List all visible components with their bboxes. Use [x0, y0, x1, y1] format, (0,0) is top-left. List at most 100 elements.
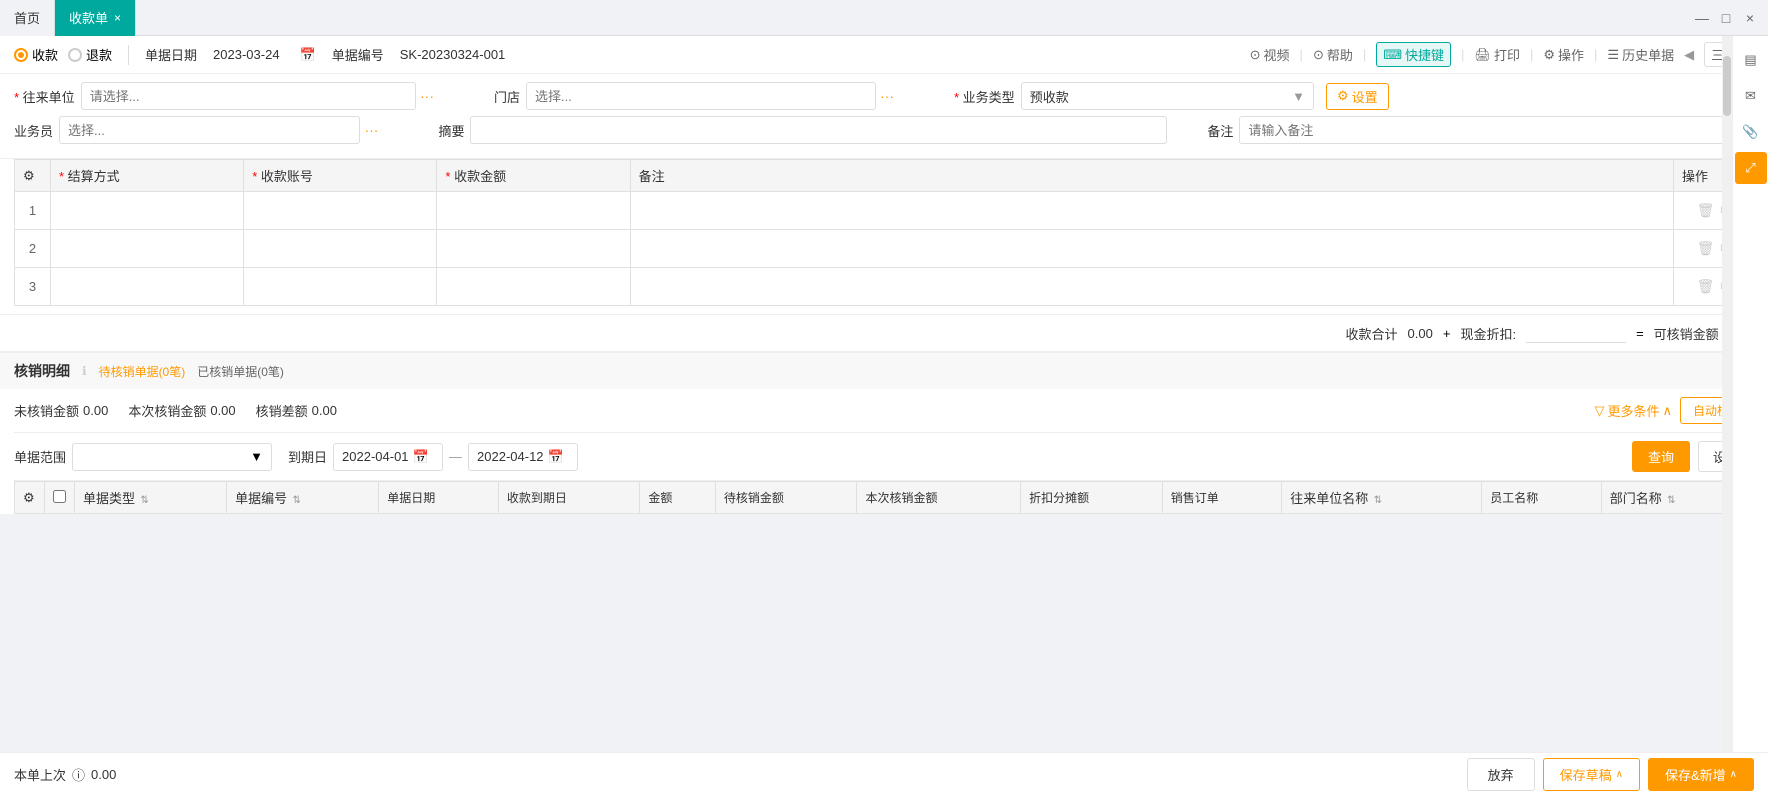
shortcut-icon: ⌨ — [1383, 47, 1402, 63]
sort-dept-icon[interactable]: ⇅ — [1667, 495, 1675, 506]
date-filter-field: 到期日 2022-04-01 📅 — 2022-04-12 📅 — [288, 443, 578, 471]
select-all-checkbox[interactable] — [53, 490, 66, 503]
date-from-input[interactable]: 2022-04-01 📅 — [333, 443, 443, 471]
nav-arrows: ◀ — [1684, 47, 1694, 63]
sort-counterpart-icon[interactable]: ⇅ — [1374, 495, 1382, 506]
query-button[interactable]: 查询 — [1632, 441, 1690, 472]
col-amount: 收款金额 — [437, 160, 630, 192]
minimize-button[interactable]: — — [1694, 10, 1710, 26]
bottom-value: 0.00 — [91, 767, 116, 782]
done-tab[interactable]: 已核销单据(0笔) — [197, 363, 284, 380]
scrollbar-thumb[interactable] — [1723, 56, 1731, 116]
radio-refund-label: 退款 — [86, 45, 112, 64]
note-input[interactable] — [1239, 116, 1754, 144]
number-value: SK-20230324-001 — [400, 47, 506, 62]
prev-arrow[interactable]: ◀ — [1684, 47, 1694, 63]
abandon-button[interactable]: 放弃 — [1467, 758, 1535, 791]
row-1-amount[interactable] — [437, 192, 630, 230]
discount-input[interactable] — [1526, 323, 1626, 343]
business-type-value: 预收款 — [1030, 87, 1069, 106]
table-section: ⚙ 结算方式 收款账号 收款金额 备注 操作 1 — [0, 159, 1768, 314]
sort-number-icon[interactable]: ⇅ — [293, 495, 301, 506]
staff-label: 业务员 — [14, 121, 53, 140]
calendar-from-icon[interactable]: 📅 — [413, 449, 429, 465]
row-3-note[interactable] — [630, 268, 1673, 306]
diff-value: 0.00 — [312, 403, 337, 418]
col-amount: 金额 — [640, 482, 715, 514]
row-2-delete-icon[interactable]: 🗑 — [1697, 240, 1715, 257]
right-panel: ▤ ✉ 📎 ⤢ — [1732, 36, 1768, 752]
save-new-button[interactable]: 保存&新增 ∧ — [1648, 758, 1754, 791]
panel-mail-icon[interactable]: ✉ — [1735, 80, 1767, 112]
detail-select-all-col — [45, 482, 75, 514]
gear-detail-icon[interactable]: ⚙ — [23, 490, 35, 505]
tab-receipt[interactable]: 收款单 × — [55, 0, 136, 36]
calendar-icon[interactable]: 📅 — [300, 47, 316, 63]
diff-stat: 核销差额 0.00 — [256, 401, 337, 420]
row-3-settlement[interactable] — [51, 268, 244, 306]
scrollbar-area[interactable] — [1722, 36, 1732, 752]
panel-clip-icon[interactable]: 📎 — [1735, 116, 1767, 148]
staff-input[interactable] — [59, 116, 360, 144]
filter-icon: ▽ — [1594, 403, 1604, 419]
print-btn[interactable]: 🖨 打印 — [1474, 45, 1520, 64]
tab-receipt-label: 收款单 — [69, 8, 108, 27]
form-row-1: 往来单位 ··· 门店 ··· 业务类型 预收款 ▼ ⚙ 设置 — [14, 82, 1754, 110]
store-input[interactable] — [526, 82, 876, 110]
counterpart-input[interactable] — [81, 82, 416, 110]
row-1-num: 1 — [15, 192, 51, 230]
row-1-settlement[interactable] — [51, 192, 244, 230]
row-3-account[interactable] — [244, 268, 437, 306]
shortcut-btn[interactable]: ⌨ 快捷键 — [1376, 42, 1451, 67]
panel-table-icon[interactable]: ▤ — [1735, 44, 1767, 76]
radio-refund[interactable]: 退款 — [68, 45, 112, 64]
restore-button[interactable]: □ — [1718, 10, 1734, 26]
more-conditions-btn[interactable]: ▽ 更多条件 ∧ — [1594, 401, 1672, 420]
row-1-account[interactable] — [244, 192, 437, 230]
operation-btn[interactable]: ⚙ 操作 — [1543, 45, 1584, 64]
business-type-field: 业务类型 预收款 ▼ — [954, 82, 1314, 110]
video-icon: ⊙ — [1250, 47, 1261, 63]
row-1-delete-icon[interactable]: 🗑 — [1697, 202, 1715, 219]
range-select[interactable]: ▼ — [72, 443, 272, 471]
setting-button[interactable]: ⚙ 设置 — [1326, 83, 1389, 110]
chevron-down-icon: ▼ — [1292, 89, 1305, 104]
pending-tab[interactable]: 待核销单据(0笔) — [99, 363, 186, 380]
col-sales-order: 销售订单 — [1162, 482, 1282, 514]
unverified-stat: 未核销金额 0.00 — [14, 401, 108, 420]
calendar-to-icon[interactable]: 📅 — [548, 449, 564, 465]
date-to-input[interactable]: 2022-04-12 📅 — [468, 443, 578, 471]
row-2-amount[interactable] — [437, 230, 630, 268]
summary-input[interactable] — [470, 116, 1167, 144]
tab-receipt-close[interactable]: × — [114, 11, 121, 25]
row-2-settlement[interactable] — [51, 230, 244, 268]
history-btn[interactable]: ☰ 历史单据 — [1607, 45, 1674, 64]
video-btn[interactable]: ⊙ 视频 — [1250, 45, 1290, 64]
help-btn[interactable]: ⊙ 帮助 — [1313, 45, 1353, 64]
window-controls: — □ × — [1694, 10, 1768, 26]
store-more-btn[interactable]: ··· — [880, 88, 894, 104]
tab-home[interactable]: 首页 — [0, 0, 55, 36]
row-2-account[interactable] — [244, 230, 437, 268]
verify-info-icon[interactable]: ℹ — [82, 364, 87, 378]
staff-field: 业务员 ··· — [14, 116, 378, 144]
save-draft-button[interactable]: 保存草稿 ∧ — [1543, 758, 1640, 791]
business-type-select[interactable]: 预收款 ▼ — [1021, 82, 1314, 110]
counterpart-more-btn[interactable]: ··· — [420, 88, 434, 104]
row-1-note[interactable] — [630, 192, 1673, 230]
save-dropdown-icon: ∧ — [1730, 769, 1737, 780]
info-circle-icon[interactable]: ⓘ — [72, 765, 85, 784]
sort-type-icon[interactable]: ⇅ — [140, 495, 148, 506]
radio-receipt-circle — [14, 48, 28, 62]
range-chevron-icon: ▼ — [250, 449, 263, 464]
row-3-amount[interactable] — [437, 268, 630, 306]
row-2-note[interactable] — [630, 230, 1673, 268]
radio-receipt[interactable]: 收款 — [14, 45, 58, 64]
row-3-delete-icon[interactable]: 🗑 — [1697, 278, 1715, 295]
panel-expand-icon[interactable]: ⤢ — [1735, 152, 1767, 184]
close-button[interactable]: × — [1742, 10, 1758, 26]
date-from-value: 2022-04-01 — [342, 449, 409, 464]
table-gear-col[interactable]: ⚙ — [15, 160, 51, 192]
net-label: 可核销金额 — [1654, 324, 1719, 343]
staff-more-btn[interactable]: ··· — [364, 122, 378, 138]
